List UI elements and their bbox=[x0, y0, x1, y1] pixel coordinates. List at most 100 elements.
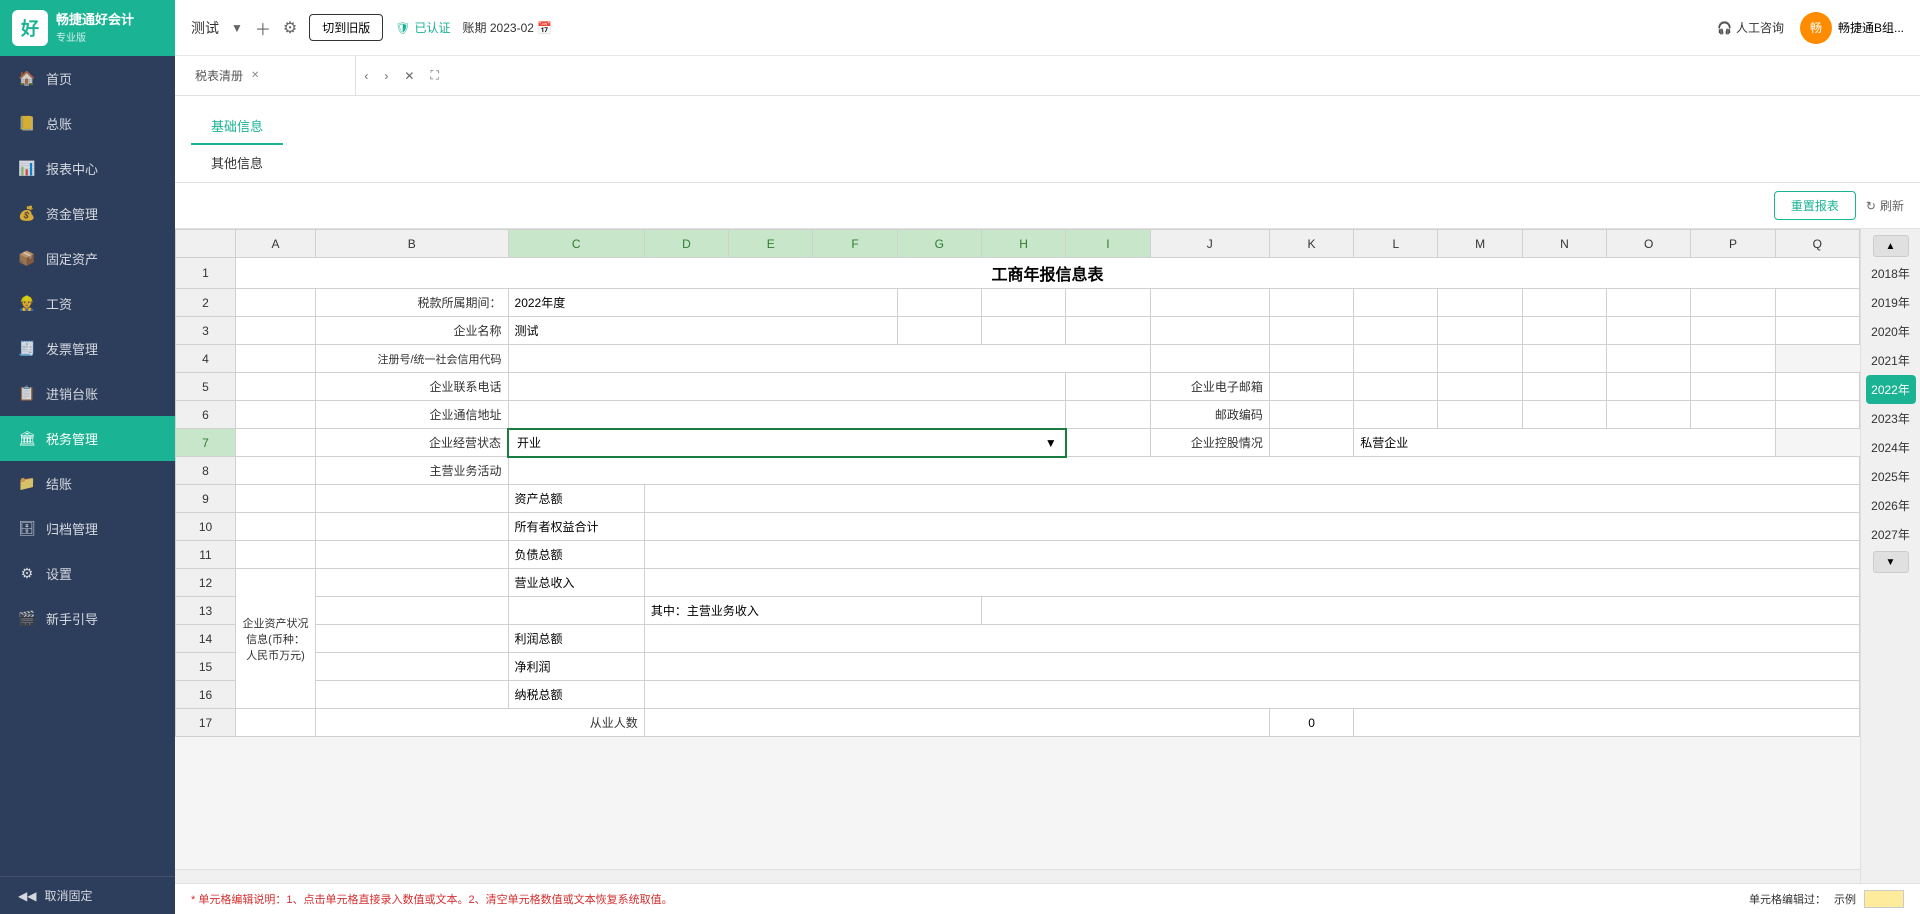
cell-3-c[interactable]: 测试 bbox=[508, 317, 897, 345]
sidebar-item-资金管理[interactable]: 💰资金管理 bbox=[0, 191, 175, 236]
cell-2-a[interactable] bbox=[236, 289, 316, 317]
cell-2-q[interactable] bbox=[1775, 289, 1859, 317]
cell-2-i[interactable] bbox=[1066, 289, 1150, 317]
sidebar-item-发票管理[interactable]: 🧾发票管理 bbox=[0, 326, 175, 371]
year-scroll-down-btn[interactable]: ▼ bbox=[1873, 551, 1909, 573]
col-header-o[interactable]: O bbox=[1607, 230, 1691, 258]
sidebar-item-设置[interactable]: ⚙设置 bbox=[0, 551, 175, 596]
topbar-settings-btn[interactable]: ⚙ bbox=[283, 18, 297, 38]
select-dropdown-icon[interactable]: ▼ bbox=[1045, 436, 1057, 450]
inner-tab-0[interactable]: 基础信息 bbox=[191, 108, 283, 145]
row-num-9: 9 bbox=[176, 485, 236, 513]
cell-2-j[interactable] bbox=[1150, 289, 1269, 317]
refresh-btn[interactable]: ↻ 刷新 bbox=[1866, 191, 1904, 220]
sidebar-item-结账[interactable]: 📁结账 bbox=[0, 461, 175, 506]
col-header-b[interactable]: B bbox=[316, 230, 509, 258]
cell-3-a[interactable] bbox=[236, 317, 316, 345]
year-item-2018年[interactable]: 2018年 bbox=[1866, 259, 1916, 288]
spreadsheet-scroll[interactable]: A B C D E F G H I J K L bbox=[175, 229, 1860, 869]
app-name: 畅捷通好会计 bbox=[56, 12, 134, 29]
sidebar-item-首页[interactable]: 🏠首页 bbox=[0, 56, 175, 101]
col-header-e[interactable]: E bbox=[729, 230, 813, 258]
cell-7-c[interactable]: 开业 ▼ bbox=[508, 429, 1066, 457]
col-header-a[interactable]: A bbox=[236, 230, 316, 258]
tab-prev-btn[interactable]: ‹ bbox=[356, 69, 376, 83]
sidebar-item-税务管理[interactable]: 🏛税务管理 bbox=[0, 416, 175, 461]
row-num-10: 10 bbox=[176, 513, 236, 541]
sidebar-icon-8: 🏛 bbox=[18, 430, 36, 447]
sidebar-icon-11: ⚙ bbox=[18, 565, 36, 582]
tab-label-4: 税表清册 bbox=[195, 67, 243, 84]
sheet-horizontal-scrollbar[interactable] bbox=[175, 869, 1860, 883]
reset-report-btn[interactable]: 重置报表 bbox=[1774, 191, 1856, 220]
cell-2-c[interactable]: 2022年度 bbox=[508, 289, 897, 317]
sidebar-item-工资[interactable]: 👷工资 bbox=[0, 281, 175, 326]
year-scroll-up-btn[interactable]: ▲ bbox=[1873, 235, 1909, 257]
cell-2-k[interactable] bbox=[1269, 289, 1353, 317]
sidebar-item-新手引导[interactable]: 🎬新手引导 bbox=[0, 596, 175, 641]
topbar-add-btn[interactable]: ＋ bbox=[255, 16, 271, 40]
sidebar-item-进销台账[interactable]: 📋进销台账 bbox=[0, 371, 175, 416]
cell-2-l[interactable] bbox=[1354, 289, 1438, 317]
sidebar-item-归档管理[interactable]: 🗄归档管理 bbox=[0, 506, 175, 551]
tab-4[interactable]: 税表清册 ✕ bbox=[183, 56, 356, 96]
cell-title[interactable]: 工商年报信息表 bbox=[236, 258, 1860, 289]
cell-2-g[interactable] bbox=[897, 289, 981, 317]
inner-tab-1[interactable]: 其他信息 bbox=[191, 145, 283, 182]
cell-4-c[interactable] bbox=[508, 345, 1150, 373]
row-num-16: 16 bbox=[176, 681, 236, 709]
year-item-2026年[interactable]: 2026年 bbox=[1866, 491, 1916, 520]
cell-7-l[interactable]: 私营企业 bbox=[1354, 429, 1775, 457]
col-header-l[interactable]: L bbox=[1354, 230, 1438, 258]
sidebar-item-总账[interactable]: 📒总账 bbox=[0, 101, 175, 146]
cell-2-n[interactable] bbox=[1522, 289, 1606, 317]
cell-2-m[interactable] bbox=[1438, 289, 1522, 317]
col-header-g[interactable]: G bbox=[897, 230, 981, 258]
page-area: 基础信息其他信息 重置报表 ↻ 刷新 A B bbox=[175, 96, 1920, 914]
cell-17-j[interactable]: 0 bbox=[1269, 709, 1353, 737]
col-header-k[interactable]: K bbox=[1269, 230, 1353, 258]
tab-close-4[interactable]: ✕ bbox=[251, 70, 259, 81]
sidebar-item-报表中心[interactable]: 📊报表中心 bbox=[0, 146, 175, 191]
year-item-2019年[interactable]: 2019年 bbox=[1866, 288, 1916, 317]
year-item-2027年[interactable]: 2027年 bbox=[1866, 520, 1916, 549]
col-header-p[interactable]: P bbox=[1691, 230, 1775, 258]
cell-13-d: 其中：主营业务收入 bbox=[644, 597, 981, 625]
cell-6-c[interactable] bbox=[508, 401, 1066, 429]
col-header-q[interactable]: Q bbox=[1775, 230, 1859, 258]
col-header-c[interactable]: C bbox=[508, 230, 644, 258]
topbar-dropdown-arrow[interactable]: ▼ bbox=[231, 21, 243, 35]
col-header-h[interactable]: H bbox=[981, 230, 1065, 258]
sidebar-icon-1: 📒 bbox=[18, 115, 36, 132]
year-item-2025年[interactable]: 2025年 bbox=[1866, 462, 1916, 491]
cell-5-c[interactable] bbox=[508, 373, 1066, 401]
tab-expand-btn[interactable]: ⛶ bbox=[422, 68, 446, 83]
tab-next-btn[interactable]: › bbox=[376, 69, 396, 83]
sidebar-label-7: 进销台账 bbox=[46, 384, 98, 403]
cell-7-j: 企业控股情况 bbox=[1150, 429, 1269, 457]
consult-btn[interactable]: 🎧 人工咨询 bbox=[1717, 19, 1784, 36]
year-item-2023年[interactable]: 2023年 bbox=[1866, 404, 1916, 433]
sidebar-item-固定资产[interactable]: 📦固定资产 bbox=[0, 236, 175, 281]
sidebar-label-9: 结账 bbox=[46, 474, 72, 493]
year-item-2022年[interactable]: 2022年 bbox=[1866, 375, 1916, 404]
col-header-j[interactable]: J bbox=[1150, 230, 1269, 258]
col-header-f[interactable]: F bbox=[813, 230, 897, 258]
cell-2-h[interactable] bbox=[981, 289, 1065, 317]
col-header-d[interactable]: D bbox=[644, 230, 728, 258]
tab-close-all-btn[interactable]: ✕ bbox=[396, 69, 422, 83]
user-menu-btn[interactable]: 畅 畅捷通B组... bbox=[1800, 12, 1904, 44]
col-header-m[interactable]: M bbox=[1438, 230, 1522, 258]
cell-2-o[interactable] bbox=[1607, 289, 1691, 317]
switch-version-btn[interactable]: 切到旧版 bbox=[309, 14, 383, 41]
sidebar-collapse-btn[interactable]: ◀◀ 取消固定 bbox=[0, 876, 175, 914]
cell-17-b: 从业人数 bbox=[316, 709, 645, 737]
year-item-2024年[interactable]: 2024年 bbox=[1866, 433, 1916, 462]
year-item-2021年[interactable]: 2021年 bbox=[1866, 346, 1916, 375]
sidebar-icon-6: 🧾 bbox=[18, 340, 36, 357]
col-header-i[interactable]: I bbox=[1066, 230, 1150, 258]
cell-2-p[interactable] bbox=[1691, 289, 1775, 317]
year-item-2020年[interactable]: 2020年 bbox=[1866, 317, 1916, 346]
row-num-7: 7 bbox=[176, 429, 236, 457]
col-header-n[interactable]: N bbox=[1522, 230, 1606, 258]
